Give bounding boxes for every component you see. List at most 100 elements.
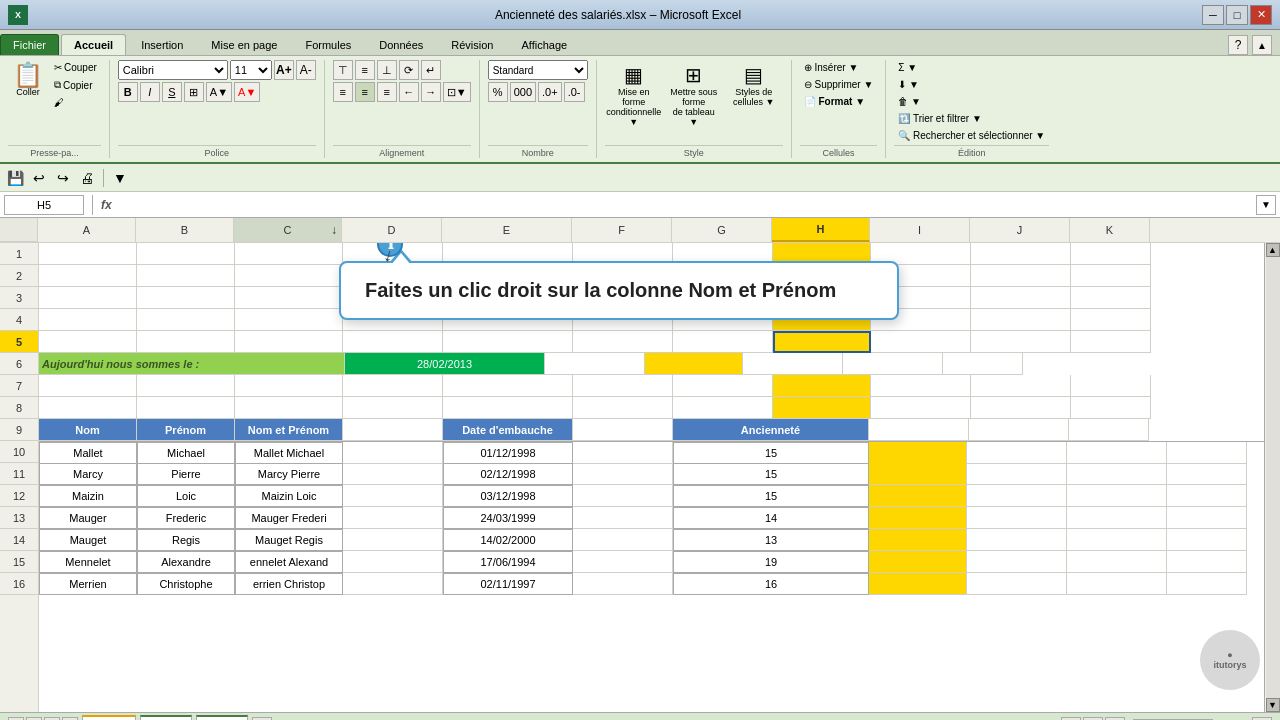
add-sheet-button[interactable]: ⊕ <box>252 717 272 721</box>
cell-D9[interactable] <box>343 419 443 441</box>
cell-B1[interactable] <box>137 243 235 265</box>
tab-donnees[interactable]: Données <box>366 34 436 55</box>
save-toolbar-button[interactable]: 💾 <box>4 167 26 189</box>
font-name-select[interactable]: Calibri <box>118 60 228 80</box>
trier-button[interactable]: 🔃 Trier et filtrer ▼ <box>894 111 986 126</box>
first-sheet-button[interactable]: |◄ <box>8 717 24 721</box>
fill-color-button[interactable]: A▼ <box>206 82 232 102</box>
row-header-8[interactable]: 8 <box>0 397 38 419</box>
cell-D15[interactable] <box>343 551 443 573</box>
cell-A7[interactable] <box>39 375 137 397</box>
cell-A5[interactable] <box>39 331 137 353</box>
ribbon-collapse-button[interactable]: ▲ <box>1252 35 1272 55</box>
row-header-5[interactable]: 5 <box>0 331 38 353</box>
cell-B12[interactable]: Loic <box>137 485 235 507</box>
close-button[interactable]: ✕ <box>1250 5 1272 25</box>
cell-J13[interactable] <box>1067 507 1167 529</box>
cell-A8[interactable] <box>39 397 137 419</box>
sheet-tab-feuil3[interactable]: Feuil3 <box>196 715 248 720</box>
cell-I7[interactable] <box>871 375 971 397</box>
cell-H7[interactable] <box>773 375 871 397</box>
italic-button[interactable]: I <box>140 82 160 102</box>
formula-input[interactable] <box>116 195 1252 215</box>
cell-H12[interactable] <box>869 485 967 507</box>
cell-E10[interactable]: 01/12/1998 <box>443 442 573 464</box>
format-button[interactable]: 📄 Format ▼ <box>800 94 869 109</box>
cell-A9[interactable]: Nom <box>39 419 137 441</box>
cell-G5[interactable] <box>673 331 773 353</box>
cell-C12[interactable]: Maizin Loic <box>235 485 343 507</box>
tab-formules[interactable]: Formules <box>292 34 364 55</box>
row-header-15[interactable]: 15 <box>0 551 38 573</box>
minimize-button[interactable]: ─ <box>1202 5 1224 25</box>
row-header-11[interactable]: 11 <box>0 463 38 485</box>
cell-D8[interactable] <box>343 397 443 419</box>
cell-H11[interactable] <box>869 463 967 485</box>
increase-font-button[interactable]: A+ <box>274 60 294 80</box>
cell-G11[interactable]: 15 <box>673 463 869 485</box>
cell-K14[interactable] <box>1167 529 1247 551</box>
cell-C4[interactable] <box>235 309 343 331</box>
row-header-10[interactable]: 10 <box>0 441 38 463</box>
increase-indent-button[interactable]: → <box>421 82 441 102</box>
bold-button[interactable]: B <box>118 82 138 102</box>
col-header-F[interactable]: F <box>572 218 672 242</box>
cell-G12[interactable]: 15 <box>673 485 869 507</box>
cell-I10[interactable] <box>967 442 1067 464</box>
align-middle-button[interactable]: ≡ <box>355 60 375 80</box>
decimal-decrease-button[interactable]: .0- <box>564 82 585 102</box>
cell-E15[interactable]: 17/06/1994 <box>443 551 573 573</box>
cell-A11[interactable]: Marcy <box>39 463 137 485</box>
cell-J2[interactable] <box>971 265 1071 287</box>
normal-view-button[interactable]: ⊞ <box>1061 717 1081 721</box>
sheet-tab-feuil1[interactable]: Feuil1 <box>82 715 136 720</box>
cell-B15[interactable]: Alexandre <box>137 551 235 573</box>
col-header-H[interactable]: H <box>772 218 870 242</box>
cell-K10[interactable] <box>1167 442 1247 464</box>
cell-J6[interactable] <box>843 353 943 375</box>
cell-K5[interactable] <box>1071 331 1151 353</box>
scroll-down-button[interactable]: ▼ <box>1266 698 1280 712</box>
cell-I6[interactable] <box>743 353 843 375</box>
cell-D16[interactable] <box>343 573 443 595</box>
cell-G13[interactable]: 14 <box>673 507 869 529</box>
cell-I5[interactable] <box>871 331 971 353</box>
cell-F16[interactable] <box>573 573 673 595</box>
cell-I11[interactable] <box>967 463 1067 485</box>
cell-A14[interactable]: Mauget <box>39 529 137 551</box>
row-header-13[interactable]: 13 <box>0 507 38 529</box>
cell-K16[interactable] <box>1167 573 1247 595</box>
scroll-up-button[interactable]: ▲ <box>1266 243 1280 257</box>
row-header-12[interactable]: 12 <box>0 485 38 507</box>
cell-H8[interactable] <box>773 397 871 419</box>
decrease-font-button[interactable]: A- <box>296 60 316 80</box>
cell-C11[interactable]: Marcy Pierre <box>235 463 343 485</box>
corner-cell[interactable] <box>0 218 38 242</box>
cell-A12[interactable]: Maizin <box>39 485 137 507</box>
cell-E7[interactable] <box>443 375 573 397</box>
cell-I9[interactable] <box>869 419 969 441</box>
cell-A15[interactable]: Mennelet <box>39 551 137 573</box>
cell-E6[interactable]: 28/02/2013 <box>345 353 545 375</box>
cell-J12[interactable] <box>1067 485 1167 507</box>
tab-revision[interactable]: Révision <box>438 34 506 55</box>
cell-E13[interactable]: 24/03/1999 <box>443 507 573 529</box>
cell-G8[interactable] <box>673 397 773 419</box>
remplissage-button[interactable]: ⬇ ▼ <box>894 77 923 92</box>
thousand-button[interactable]: 000 <box>510 82 536 102</box>
next-sheet-button[interactable]: ► <box>44 717 60 721</box>
cell-J10[interactable] <box>1067 442 1167 464</box>
cell-I8[interactable] <box>871 397 971 419</box>
col-header-J[interactable]: J <box>970 218 1070 242</box>
cell-I15[interactable] <box>967 551 1067 573</box>
cell-J4[interactable] <box>971 309 1071 331</box>
cell-A6[interactable]: Aujourd'hui nous sommes le : <box>39 353 345 375</box>
cell-A16[interactable]: Merrien <box>39 573 137 595</box>
cell-A10[interactable]: Mallet <box>39 442 137 464</box>
undo-toolbar-button[interactable]: ↩ <box>28 167 50 189</box>
cell-K2[interactable] <box>1071 265 1151 287</box>
cell-G10[interactable]: 15 <box>673 442 869 464</box>
row-header-1[interactable]: 1 <box>0 243 38 265</box>
cell-K8[interactable] <box>1071 397 1151 419</box>
col-header-D[interactable]: D <box>342 218 442 242</box>
